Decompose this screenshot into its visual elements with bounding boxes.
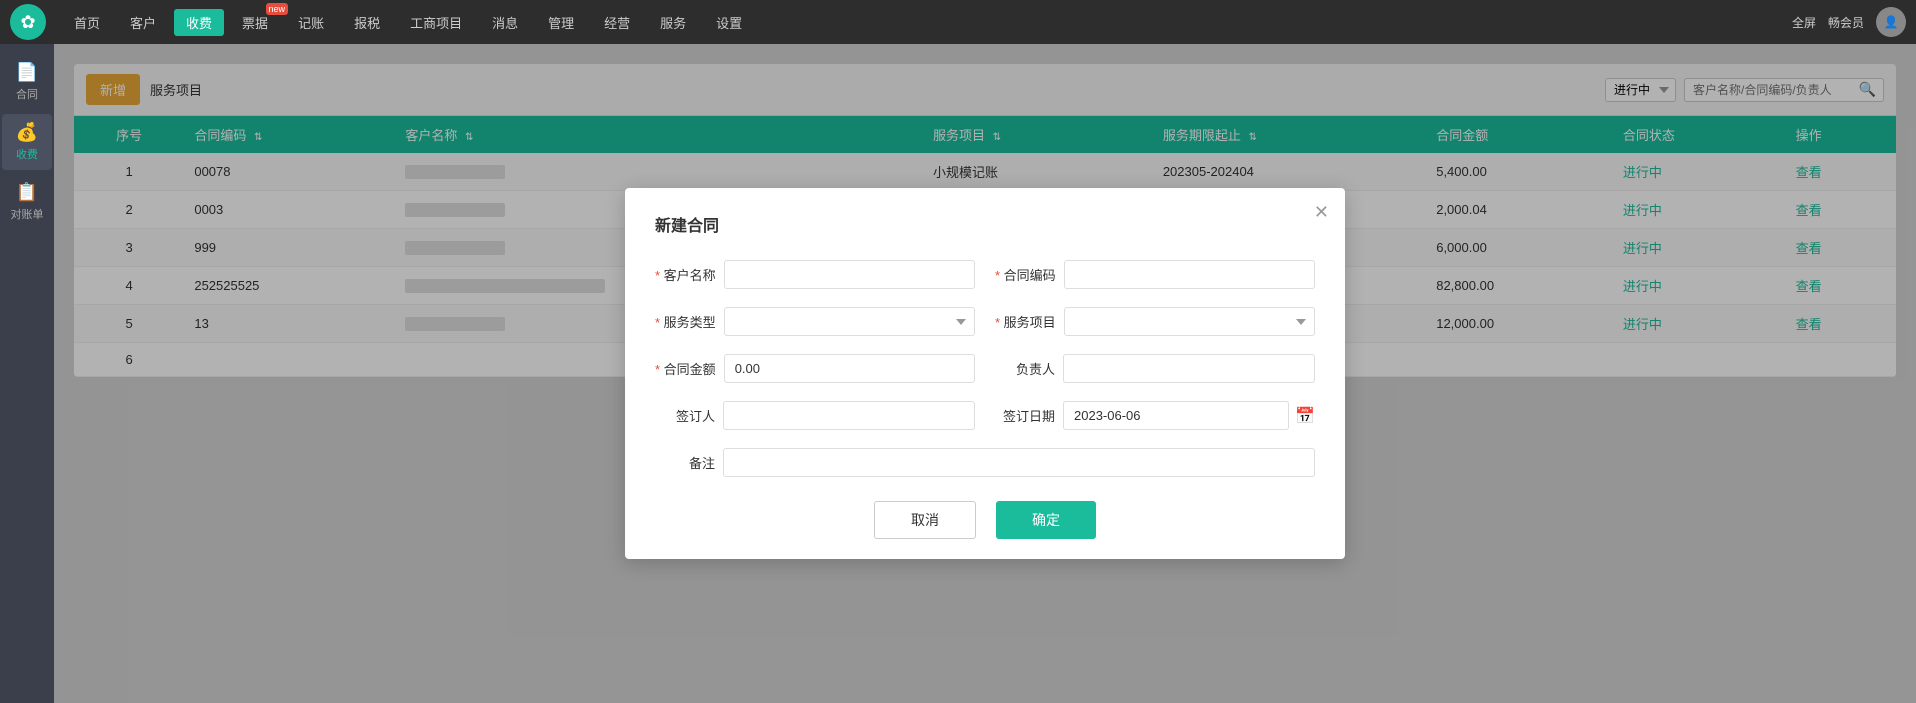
remark-label: 备注 (655, 453, 715, 472)
form-row-3: 合同金额 负责人 (655, 354, 1315, 383)
nav-invoice[interactable]: 票据 new (230, 9, 280, 36)
sidebar-item-contract[interactable]: 📄 合同 (2, 54, 52, 110)
fee-icon: 💰 (16, 122, 38, 143)
nav-business[interactable]: 工商项目 (398, 9, 474, 36)
contract-icon: 📄 (16, 62, 38, 83)
member-label[interactable]: 畅会员 (1828, 14, 1864, 31)
contract-no-input[interactable] (1064, 260, 1315, 289)
form-group-service-item: 服务项目 (995, 307, 1315, 336)
remark-input[interactable] (723, 448, 1315, 477)
service-type-select-wrap (724, 307, 975, 336)
confirm-button[interactable]: 确定 (996, 501, 1096, 539)
modal-title: 新建合同 (655, 212, 1315, 236)
form-row-1: 客户名称 合同编码 (655, 260, 1315, 289)
nav-fee[interactable]: 收费 (174, 9, 224, 36)
statement-icon: 📋 (16, 182, 38, 203)
nav-bookkeeping[interactable]: 记账 (286, 9, 336, 36)
sign-date-input[interactable] (1063, 401, 1289, 430)
form-row-4: 签订人 签订日期 📅 (655, 401, 1315, 430)
nav-message[interactable]: 消息 (480, 9, 530, 36)
modal-footer: 取消 确定 (655, 501, 1315, 539)
cancel-button[interactable]: 取消 (874, 501, 976, 539)
responsible-label: 负责人 (995, 359, 1055, 378)
new-badge: new (266, 3, 289, 15)
responsible-input[interactable] (1063, 354, 1315, 383)
nav-settings[interactable]: 设置 (704, 9, 754, 36)
nav-manage[interactable]: 管理 (536, 9, 586, 36)
content-area: 新增 服务项目 进行中 已完成 已终止 🔍 (54, 44, 1916, 703)
top-right-tools: 全屏 畅会员 👤 (1792, 7, 1906, 37)
sidebar-item-statement[interactable]: 📋 对账单 (2, 174, 52, 230)
calendar-icon[interactable]: 📅 (1295, 406, 1315, 426)
customer-name-input[interactable] (724, 260, 975, 289)
sign-date-label: 签订日期 (995, 406, 1055, 425)
form-group-responsible: 负责人 (995, 354, 1315, 383)
form-group-amount: 合同金额 (655, 354, 975, 383)
service-item-select[interactable] (1064, 307, 1315, 336)
logo: ✿ (10, 4, 46, 40)
service-item-select-wrap (1064, 307, 1315, 336)
sidebar-label-fee: 收费 (16, 146, 38, 162)
modal-close-button[interactable]: ✕ (1314, 202, 1329, 223)
service-type-label: 服务类型 (655, 312, 716, 331)
form-group-remark: 备注 (655, 448, 1315, 477)
sidebar-item-fee[interactable]: 💰 收费 (2, 114, 52, 170)
top-navigation: ✿ 首页 客户 收费 票据 new 记账 报税 工商项目 消息 管理 经营 服务… (0, 0, 1916, 44)
date-group: 📅 (1063, 401, 1315, 430)
service-item-label: 服务项目 (995, 312, 1056, 331)
main-layout: 📄 合同 💰 收费 📋 对账单 新增 服务项目 进行中 已完成 已终 (0, 44, 1916, 703)
signer-input[interactable] (723, 401, 975, 430)
sidebar-label-contract: 合同 (16, 86, 38, 102)
signer-label: 签订人 (655, 406, 715, 425)
avatar[interactable]: 👤 (1876, 7, 1906, 37)
nav-operation[interactable]: 经营 (592, 9, 642, 36)
sidebar: 📄 合同 💰 收费 📋 对账单 (0, 44, 54, 703)
service-type-select[interactable] (724, 307, 975, 336)
amount-label: 合同金额 (655, 359, 716, 378)
form-group-customer-name: 客户名称 (655, 260, 975, 289)
nav-home[interactable]: 首页 (62, 9, 112, 36)
form-group-service-type: 服务类型 (655, 307, 975, 336)
sidebar-label-statement: 对账单 (11, 206, 44, 222)
nav-tax[interactable]: 报税 (342, 9, 392, 36)
customer-name-label: 客户名称 (655, 265, 716, 284)
contract-no-label: 合同编码 (995, 265, 1056, 284)
form-group-signer: 签订人 (655, 401, 975, 430)
fullscreen-label[interactable]: 全屏 (1792, 14, 1816, 31)
modal-overlay: ✕ 新建合同 客户名称 合同编码 服务类型 (54, 44, 1916, 703)
nav-customer[interactable]: 客户 (118, 9, 168, 36)
form-group-sign-date: 签订日期 📅 (995, 401, 1315, 430)
form-row-5: 备注 (655, 448, 1315, 477)
amount-input[interactable] (724, 354, 975, 383)
nav-service[interactable]: 服务 (648, 9, 698, 36)
new-contract-modal: ✕ 新建合同 客户名称 合同编码 服务类型 (625, 188, 1345, 559)
form-group-contract-no: 合同编码 (995, 260, 1315, 289)
form-row-2: 服务类型 服务项目 (655, 307, 1315, 336)
